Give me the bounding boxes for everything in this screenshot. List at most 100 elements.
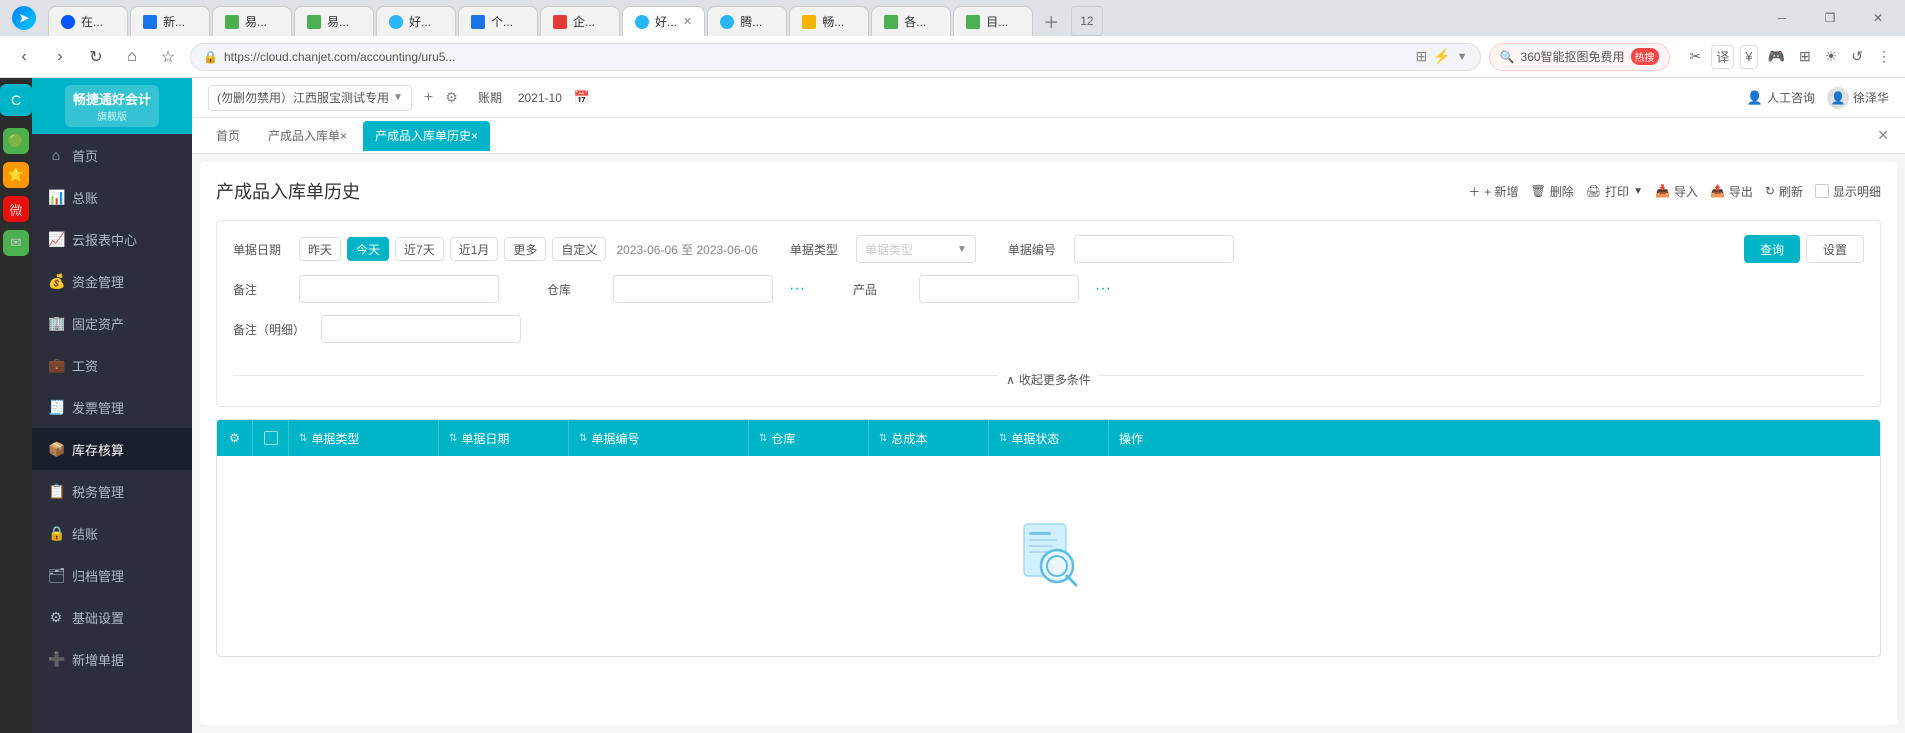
th-warehouse[interactable]: ⇅ 仓库: [749, 420, 869, 456]
orderno-input[interactable]: [1074, 235, 1234, 263]
browser-tab[interactable]: 易...: [212, 6, 292, 36]
app-icon-star[interactable]: ⭐: [3, 162, 29, 188]
undo-btn[interactable]: ↺: [1847, 48, 1867, 65]
address-input[interactable]: 🔒 https://cloud.chanjet.com/accounting/u…: [190, 43, 1481, 71]
window-close-button[interactable]: ✕: [1855, 3, 1901, 33]
empty-illustration: [999, 506, 1099, 606]
app-container: C 🟢 ⭐ 微 ✉ 畅捷通好会计: [0, 78, 1905, 733]
browser-tab[interactable]: 目...: [953, 6, 1033, 36]
refresh-nav-button[interactable]: ↻: [82, 43, 110, 71]
home-nav-button[interactable]: ⌂: [118, 43, 146, 71]
calendar-icon[interactable]: 📅: [574, 90, 590, 106]
sidebar-item-closing[interactable]: 🔒 结账: [32, 512, 192, 554]
back-button[interactable]: ‹: [10, 43, 38, 71]
add-button[interactable]: ＋ + 新增: [1468, 183, 1518, 200]
warehouse-select-icon[interactable]: ···: [789, 280, 805, 298]
sidebar-item-funds[interactable]: 💰 资金管理: [32, 260, 192, 302]
remark-input[interactable]: [299, 275, 499, 303]
sidebar-item-report[interactable]: 📈 云报表中心: [32, 218, 192, 260]
show-columns-checkbox[interactable]: [1815, 184, 1829, 198]
bookmark-button[interactable]: ☆: [154, 43, 182, 71]
month-btn[interactable]: 近1月: [450, 237, 499, 261]
breadcrumb-tab1[interactable]: 产成品入库单×: [256, 121, 359, 151]
sidebar-item-fixed[interactable]: 🏢 固定资产: [32, 302, 192, 344]
sidebar-item-ledger[interactable]: 📊 总账: [32, 176, 192, 218]
scissors-btn[interactable]: ✂: [1686, 48, 1706, 65]
today-btn[interactable]: 今天: [347, 237, 389, 261]
add-company-button[interactable]: +: [424, 89, 433, 107]
new-tab-button[interactable]: ＋: [1035, 6, 1067, 36]
sidebar-item-basic[interactable]: ⚙ 基础设置: [32, 596, 192, 638]
product-select-icon[interactable]: ···: [1095, 280, 1111, 298]
browser-tab[interactable]: 各...: [871, 6, 951, 36]
theme-btn[interactable]: ☀: [1821, 48, 1842, 65]
close-panel-button[interactable]: ✕: [1877, 127, 1889, 144]
th-number[interactable]: ⇅ 单据编号: [569, 420, 749, 456]
browser-tab[interactable]: 新...: [130, 6, 210, 36]
type-filter-select[interactable]: 单据类型 ▼: [856, 235, 976, 263]
delete-button[interactable]: 🗑 删除: [1531, 183, 1574, 200]
browser-tab[interactable]: 在...: [48, 6, 128, 36]
sidebar-item-salary[interactable]: 💼 工资: [32, 344, 192, 386]
user-avatar-button[interactable]: 👤 徐泽华: [1827, 87, 1889, 109]
app-icon-weibo[interactable]: 微: [3, 196, 29, 222]
sidebar-item-home[interactable]: ⌂ 首页: [32, 134, 192, 176]
print-button[interactable]: 🖨 打印 ▼: [1586, 183, 1643, 200]
browser-tab[interactable]: 企...: [540, 6, 620, 36]
breadcrumb-tab2[interactable]: 产成品入库单历史×: [363, 121, 490, 151]
th-type[interactable]: ⇅ 单据类型: [289, 420, 439, 456]
th-date[interactable]: ⇅ 单据日期: [439, 420, 569, 456]
export-button[interactable]: 📤 导出: [1710, 183, 1753, 200]
sidebar-item-inventory[interactable]: 📦 库存核算: [32, 428, 192, 470]
browser-tab[interactable]: 个...: [458, 6, 538, 36]
th-cost[interactable]: ⇅ 总成本: [869, 420, 989, 456]
query-button[interactable]: 查询: [1744, 235, 1800, 263]
sidebar-item-archive[interactable]: 🗂 归档管理: [32, 554, 192, 596]
remark-detail-input[interactable]: [321, 315, 521, 343]
window-minimize-button[interactable]: ─: [1759, 3, 1805, 33]
lightning-icon[interactable]: ⚡: [1433, 48, 1450, 65]
sidebar-item-invoice[interactable]: 🧾 发票管理: [32, 386, 192, 428]
dropdown-arrow-icon[interactable]: ▼: [1457, 51, 1468, 63]
apps-btn[interactable]: ⊞: [1795, 48, 1815, 65]
chanjet-logo-icon[interactable]: C: [0, 84, 32, 116]
warehouse-input[interactable]: [613, 275, 773, 303]
show-columns-toggle[interactable]: 显示明细: [1815, 183, 1881, 200]
tab-close-icon[interactable]: ✕: [683, 15, 692, 28]
refresh-button[interactable]: ↻ 刷新: [1765, 183, 1803, 200]
collapse-button[interactable]: ∧ 收起更多条件: [1006, 371, 1091, 388]
yuan-btn[interactable]: ¥: [1740, 45, 1757, 69]
translate-btn[interactable]: 译: [1711, 45, 1734, 69]
th-settings[interactable]: ⚙: [217, 420, 253, 456]
browser-tab[interactable]: 易...: [294, 6, 374, 36]
sidebar-item-newbill[interactable]: ➕ 新增单据: [32, 638, 192, 680]
th-status[interactable]: ⇅ 单据状态: [989, 420, 1109, 456]
window-restore-button[interactable]: ❐: [1807, 3, 1853, 33]
week-btn[interactable]: 近7天: [395, 237, 444, 261]
settings-company-button[interactable]: ⚙: [445, 89, 458, 106]
browser-tab[interactable]: 腾...: [707, 6, 787, 36]
sidebar-item-tax[interactable]: 📋 税务管理: [32, 470, 192, 512]
forward-button[interactable]: ›: [46, 43, 74, 71]
browser-tab[interactable]: 畅...: [789, 6, 869, 36]
app-icon-mail[interactable]: ✉: [3, 230, 29, 256]
th-checkbox[interactable]: [253, 420, 289, 456]
more-date-btn[interactable]: 更多: [504, 237, 546, 261]
company-dropdown-icon: ▼: [393, 92, 403, 103]
grid-icon[interactable]: ⊞: [1416, 48, 1428, 65]
period-value: 2021-10: [518, 91, 562, 105]
game-btn[interactable]: 🎮: [1764, 48, 1789, 65]
import-button[interactable]: 📥 导入: [1655, 183, 1698, 200]
yesterday-btn[interactable]: 昨天: [299, 237, 341, 261]
company-selector[interactable]: (勿删勿禁用）江西服宝测试专用 ▼: [208, 85, 412, 111]
filter-settings-button[interactable]: 设置: [1806, 235, 1864, 263]
custom-date-btn[interactable]: 自定义: [552, 237, 606, 261]
breadcrumb-home[interactable]: 首页: [208, 127, 248, 144]
service-button[interactable]: 👤 人工咨询: [1747, 89, 1815, 106]
header-checkbox[interactable]: [264, 431, 278, 445]
browser-tab[interactable]: 好...: [376, 6, 456, 36]
app-icon-green[interactable]: 🟢: [3, 128, 29, 154]
active-browser-tab[interactable]: 好... ✕: [622, 6, 705, 36]
product-input[interactable]: [919, 275, 1079, 303]
more-btn[interactable]: ⋮: [1873, 48, 1895, 65]
